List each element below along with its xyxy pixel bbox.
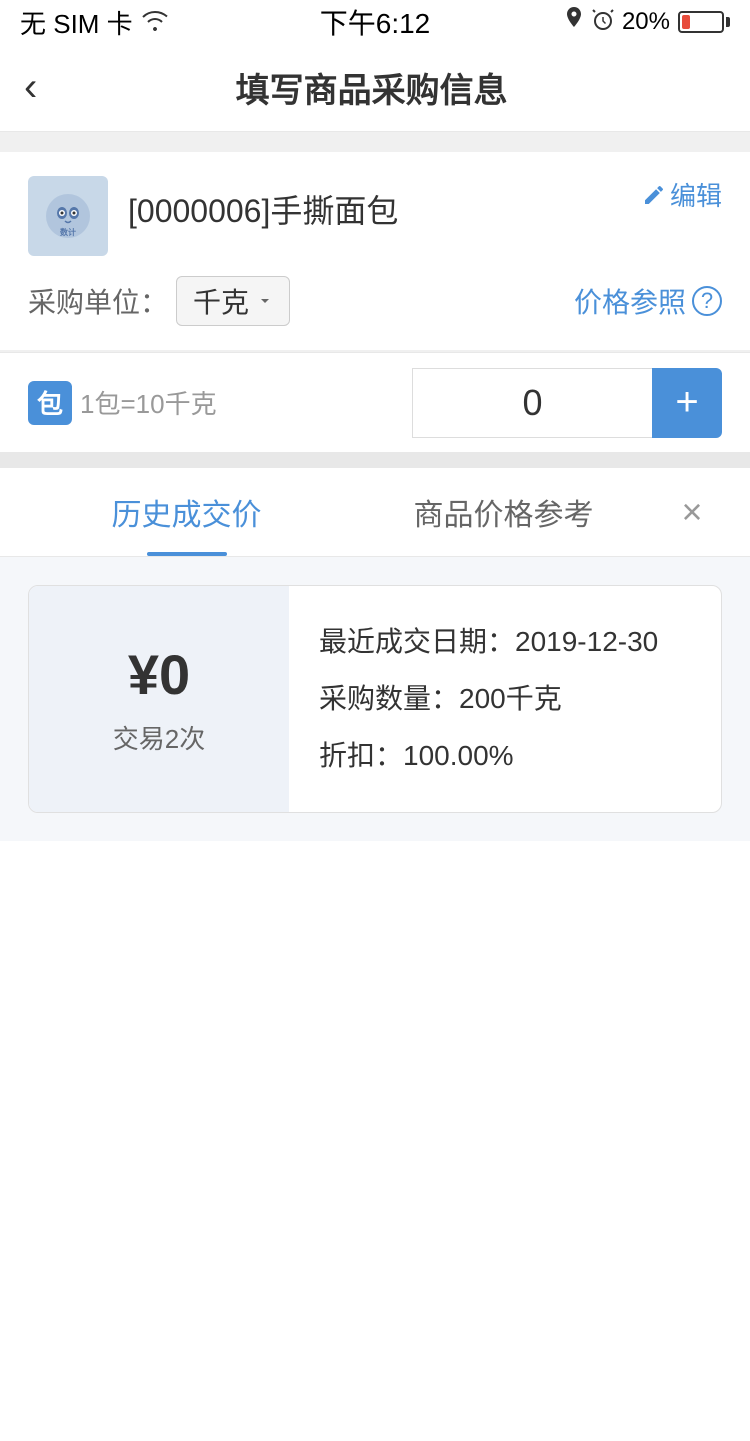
tab-close-button[interactable]: × [662,482,722,542]
price-details: 最近成交日期：2019-12-30 采购数量：200千克 折扣：100.00% [289,586,721,812]
edit-button[interactable]: 编辑 [642,176,722,213]
battery-percent: 20% [622,8,670,36]
tab-price-reference[interactable]: 商品价格参考 [345,468,662,556]
purchase-qty-row: 采购数量：200千克 [319,679,691,718]
back-button[interactable]: ‹ [24,65,57,110]
product-thumbnail: 数计 [28,176,108,256]
bag-icon: 包 [28,381,72,425]
product-header: 数计 [0000006]手撕面包 编辑 [28,176,722,256]
discount-row: 折扣：100.00% [319,736,691,775]
quantity-section: 包 1包=10千克 + [0,352,750,452]
tab-price-ref-label: 商品价格参考 [414,490,594,534]
transaction-count: 交易2次 [113,719,205,756]
svg-text:数计: 数计 [60,227,76,237]
unit-bag-info: 包 1包=10千克 [28,381,217,425]
price-card-section: ¥0 交易2次 最近成交日期：2019-12-30 采购数量：200千克 折扣：… [0,557,750,841]
price-reference-button[interactable]: 价格参照 ? [574,281,722,321]
unit-value: 千克 [193,281,249,321]
nav-bar: ‹ 填写商品采购信息 [0,44,750,132]
price-ref-label: 价格参照 [574,281,686,321]
unit-selector-group: 采购单位： 千克 [28,276,290,326]
tab-history-label: 历史成交价 [112,490,262,534]
product-name: [0000006]手撕面包 [128,176,398,232]
status-bar: 无 SIM 卡 下午6:12 20% [0,0,750,44]
alarm-icon [592,7,614,38]
price-summary: ¥0 交易2次 [29,586,289,812]
unit-row: 采购单位： 千克 价格参照 ? [28,276,722,326]
price-ref-help-icon: ? [692,286,722,316]
tabs-container: 历史成交价 商品价格参考 × [0,468,750,557]
product-info: 数计 [0000006]手撕面包 [28,176,398,256]
recent-date-value: 2019-12-30 [515,626,658,657]
no-sim-text: 无 SIM 卡 [20,4,133,41]
page-title: 填写商品采购信息 [57,63,686,112]
quantity-plus-button[interactable]: + [652,368,722,438]
battery-icon [678,11,730,33]
tab-history-price[interactable]: 历史成交价 [28,468,345,556]
unit-select[interactable]: 千克 [176,276,290,326]
edit-label: 编辑 [670,176,722,213]
status-time: 下午6:12 [320,2,431,42]
purchase-qty-value: 200千克 [459,683,562,714]
discount-value: 100.00% [403,740,514,771]
purchase-qty-label: 采购数量： [319,683,459,714]
page-bottom [0,841,750,1441]
discount-label: 折扣： [319,740,403,771]
location-icon [564,7,584,38]
quantity-controls: + [412,368,722,438]
bag-conversion: 1包=10千克 [80,384,217,421]
tab-underline [147,552,227,556]
price-card: ¥0 交易2次 最近成交日期：2019-12-30 采购数量：200千克 折扣：… [28,585,722,813]
product-card: 数计 [0000006]手撕面包 编辑 采购单位： 千克 价格参照 [0,152,750,350]
tab-separator [0,452,750,468]
bag-label: 包 [37,384,63,421]
quantity-input[interactable] [412,368,652,438]
wifi-icon [141,7,169,38]
unit-label: 采购单位： [28,281,168,321]
recent-date-label: 最近成交日期： [319,626,515,657]
status-left: 无 SIM 卡 [20,4,169,41]
price-amount: ¥0 [128,642,190,707]
recent-date-row: 最近成交日期：2019-12-30 [319,622,691,661]
status-right: 20% [564,7,730,38]
